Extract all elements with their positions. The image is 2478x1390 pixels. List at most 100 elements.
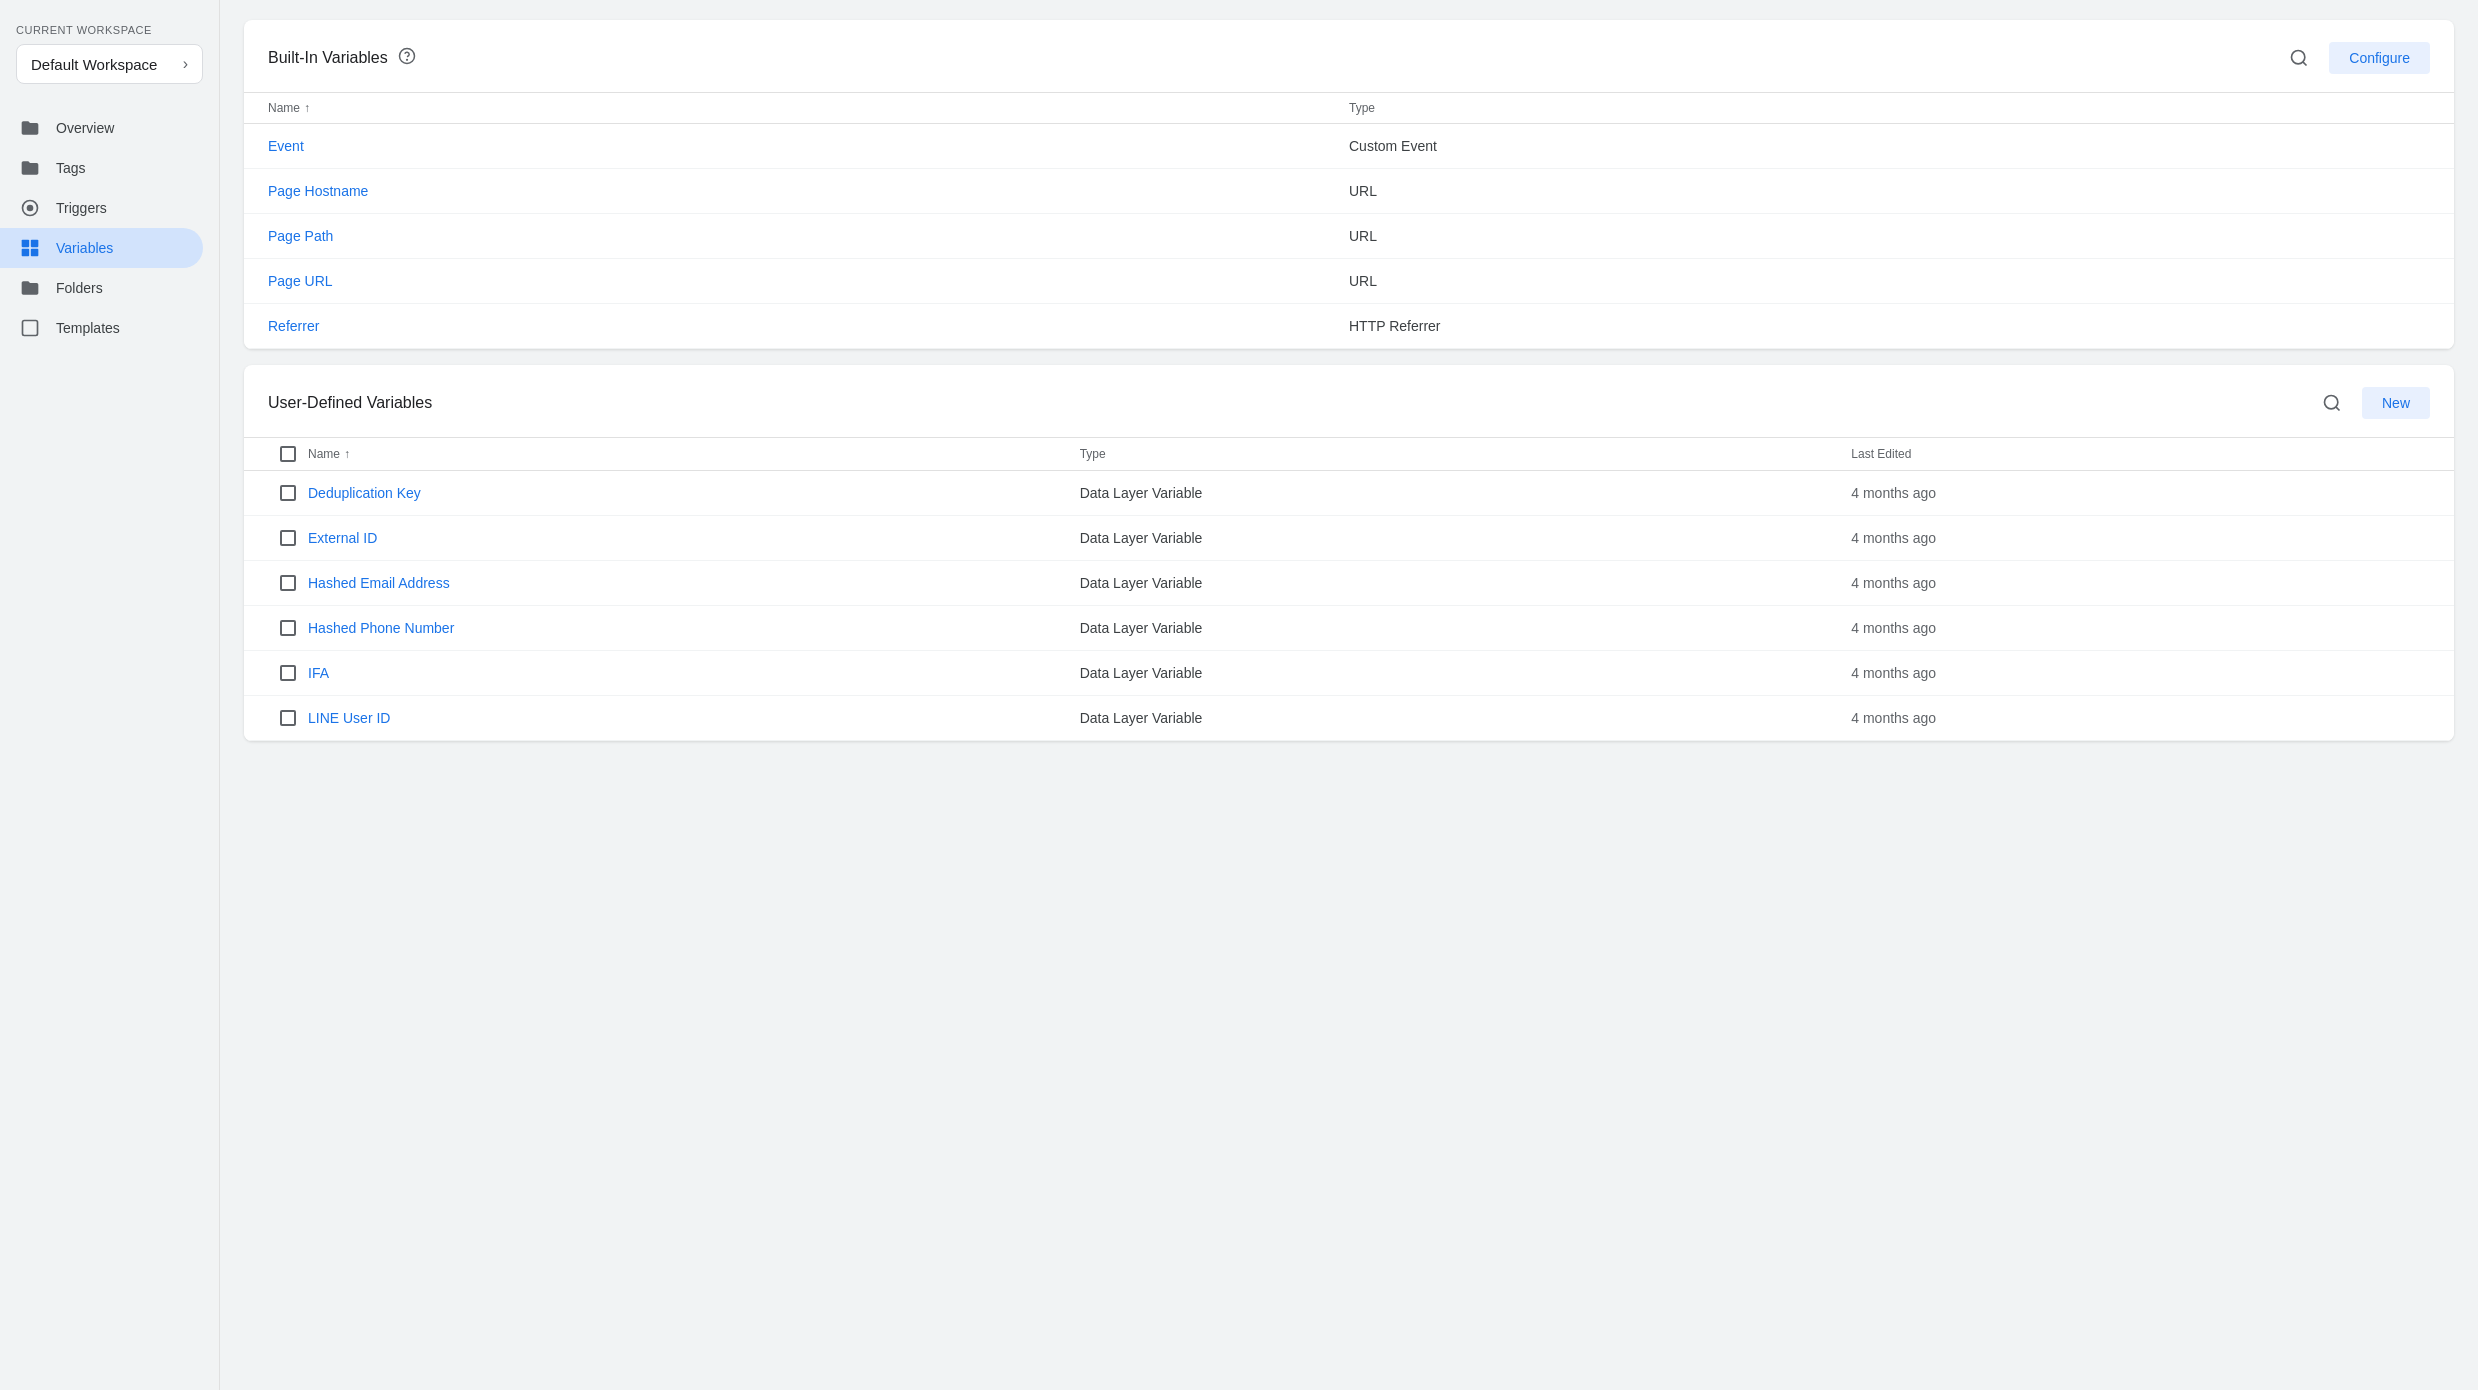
row-external-id-last-edited: 4 months ago xyxy=(1851,530,2430,546)
builtin-search-button[interactable] xyxy=(2281,40,2317,76)
row-hashed-email-last-edited: 4 months ago xyxy=(1851,575,2430,591)
row-external-id-name[interactable]: External ID xyxy=(308,530,1080,546)
tags-icon xyxy=(20,158,40,178)
row-hashed-phone-checkbox[interactable] xyxy=(280,620,296,636)
user-defined-variables-actions: New xyxy=(2314,385,2430,421)
workspace-name: Default Workspace xyxy=(31,56,157,73)
sidebar-item-tags-label: Tags xyxy=(56,160,86,176)
builtin-variables-actions: Configure xyxy=(2281,40,2430,76)
user-defined-type-col-header: Type xyxy=(1080,447,1852,461)
builtin-name-col-header: Name ↑ xyxy=(268,101,1349,115)
help-icon[interactable] xyxy=(398,47,416,69)
new-variable-button[interactable]: New xyxy=(2362,387,2430,419)
builtin-row-page-hostname[interactable]: Page Hostname URL xyxy=(244,169,2454,214)
folders-icon xyxy=(20,278,40,298)
builtin-page-hostname-name[interactable]: Page Hostname xyxy=(268,183,1349,199)
row-dedup-key-last-edited: 4 months ago xyxy=(1851,485,2430,501)
builtin-table-header: Name ↑ Type xyxy=(244,92,2454,124)
sidebar-item-variables-label: Variables xyxy=(56,240,113,256)
sidebar-item-templates-label: Templates xyxy=(56,320,120,336)
svg-point-1 xyxy=(27,205,34,212)
user-defined-row-ifa: IFA Data Layer Variable 4 months ago xyxy=(244,651,2454,696)
sidebar-item-triggers-label: Triggers xyxy=(56,200,107,216)
row-hashed-email-checkbox-col xyxy=(268,575,308,591)
builtin-row-referrer[interactable]: Referrer HTTP Referrer xyxy=(244,304,2454,349)
builtin-type-col-header: Type xyxy=(1349,101,2430,115)
triggers-icon xyxy=(20,198,40,218)
user-defined-variables-card: User-Defined Variables New Name xyxy=(244,365,2454,741)
builtin-event-name[interactable]: Event xyxy=(268,138,1349,154)
configure-button[interactable]: Configure xyxy=(2329,42,2430,74)
templates-icon xyxy=(20,318,40,338)
sidebar: CURRENT WORKSPACE Default Workspace › Ov… xyxy=(0,0,220,1390)
row-hashed-email-type: Data Layer Variable xyxy=(1080,575,1852,591)
builtin-variables-card: Built-In Variables Configure xyxy=(244,20,2454,349)
workspace-arrow-icon: › xyxy=(183,55,188,73)
user-defined-name-col-label: Name xyxy=(308,447,340,461)
svg-rect-4 xyxy=(22,249,30,257)
row-external-id-type: Data Layer Variable xyxy=(1080,530,1852,546)
overview-icon xyxy=(20,118,40,138)
row-external-id-checkbox[interactable] xyxy=(280,530,296,546)
sidebar-item-tags[interactable]: Tags xyxy=(0,148,203,188)
user-defined-row-hashed-phone: Hashed Phone Number Data Layer Variable … xyxy=(244,606,2454,651)
sidebar-item-overview[interactable]: Overview xyxy=(0,108,203,148)
builtin-variables-title: Built-In Variables xyxy=(268,47,416,69)
sidebar-item-templates[interactable]: Templates xyxy=(0,308,203,348)
user-defined-sort-arrow: ↑ xyxy=(344,447,350,461)
sidebar-item-overview-label: Overview xyxy=(56,120,114,136)
row-ifa-checkbox[interactable] xyxy=(280,665,296,681)
row-hashed-phone-name[interactable]: Hashed Phone Number xyxy=(308,620,1080,636)
row-line-user-id-name[interactable]: LINE User ID xyxy=(308,710,1080,726)
builtin-referrer-type: HTTP Referrer xyxy=(1349,318,2430,334)
row-dedup-key-name[interactable]: Deduplication Key xyxy=(308,485,1080,501)
workspace-selector[interactable]: Default Workspace › xyxy=(16,44,203,84)
row-external-id-checkbox-col xyxy=(268,530,308,546)
builtin-page-path-type: URL xyxy=(1349,228,2430,244)
row-line-user-id-checkbox-col xyxy=(268,710,308,726)
svg-point-11 xyxy=(2324,396,2337,409)
builtin-variables-header: Built-In Variables Configure xyxy=(244,20,2454,92)
builtin-row-event[interactable]: Event Custom Event xyxy=(244,124,2454,169)
select-all-checkbox-col xyxy=(268,446,308,462)
sidebar-item-variables[interactable]: Variables xyxy=(0,228,203,268)
workspace-section: CURRENT WORKSPACE Default Workspace › xyxy=(0,16,219,100)
user-defined-variables-title-text: User-Defined Variables xyxy=(268,394,432,412)
row-hashed-email-name[interactable]: Hashed Email Address xyxy=(308,575,1080,591)
current-workspace-label: CURRENT WORKSPACE xyxy=(16,24,203,36)
builtin-row-page-path[interactable]: Page Path URL xyxy=(244,214,2454,259)
sidebar-item-folders[interactable]: Folders xyxy=(0,268,203,308)
row-ifa-checkbox-col xyxy=(268,665,308,681)
builtin-sort-arrow: ↑ xyxy=(304,101,310,115)
row-hashed-phone-last-edited: 4 months ago xyxy=(1851,620,2430,636)
builtin-page-url-type: URL xyxy=(1349,273,2430,289)
user-defined-variables-header: User-Defined Variables New xyxy=(244,365,2454,437)
row-ifa-name[interactable]: IFA xyxy=(308,665,1080,681)
user-defined-row-hashed-email: Hashed Email Address Data Layer Variable… xyxy=(244,561,2454,606)
row-hashed-phone-checkbox-col xyxy=(268,620,308,636)
user-defined-row-external-id: External ID Data Layer Variable 4 months… xyxy=(244,516,2454,561)
builtin-page-path-name[interactable]: Page Path xyxy=(268,228,1349,244)
row-line-user-id-checkbox[interactable] xyxy=(280,710,296,726)
builtin-referrer-name[interactable]: Referrer xyxy=(268,318,1349,334)
builtin-variables-table: Name ↑ Type Event Custom Event Page Host… xyxy=(244,92,2454,349)
variables-icon xyxy=(20,238,40,258)
user-defined-search-button[interactable] xyxy=(2314,385,2350,421)
row-ifa-type: Data Layer Variable xyxy=(1080,665,1852,681)
user-defined-variables-table: Name ↑ Type Last Edited Deduplication Ke… xyxy=(244,437,2454,741)
row-ifa-last-edited: 4 months ago xyxy=(1851,665,2430,681)
row-dedup-key-checkbox[interactable] xyxy=(280,485,296,501)
select-all-checkbox[interactable] xyxy=(280,446,296,462)
builtin-variables-title-text: Built-In Variables xyxy=(268,49,388,67)
sidebar-item-triggers[interactable]: Triggers xyxy=(0,188,203,228)
svg-rect-5 xyxy=(31,249,39,257)
main-content: Built-In Variables Configure xyxy=(220,0,2478,1390)
builtin-row-page-url[interactable]: Page URL URL xyxy=(244,259,2454,304)
builtin-page-url-name[interactable]: Page URL xyxy=(268,273,1349,289)
sidebar-item-folders-label: Folders xyxy=(56,280,103,296)
user-defined-variables-title: User-Defined Variables xyxy=(268,394,432,412)
builtin-page-hostname-type: URL xyxy=(1349,183,2430,199)
user-defined-table-header: Name ↑ Type Last Edited xyxy=(244,437,2454,471)
row-hashed-email-checkbox[interactable] xyxy=(280,575,296,591)
svg-rect-2 xyxy=(22,240,30,248)
